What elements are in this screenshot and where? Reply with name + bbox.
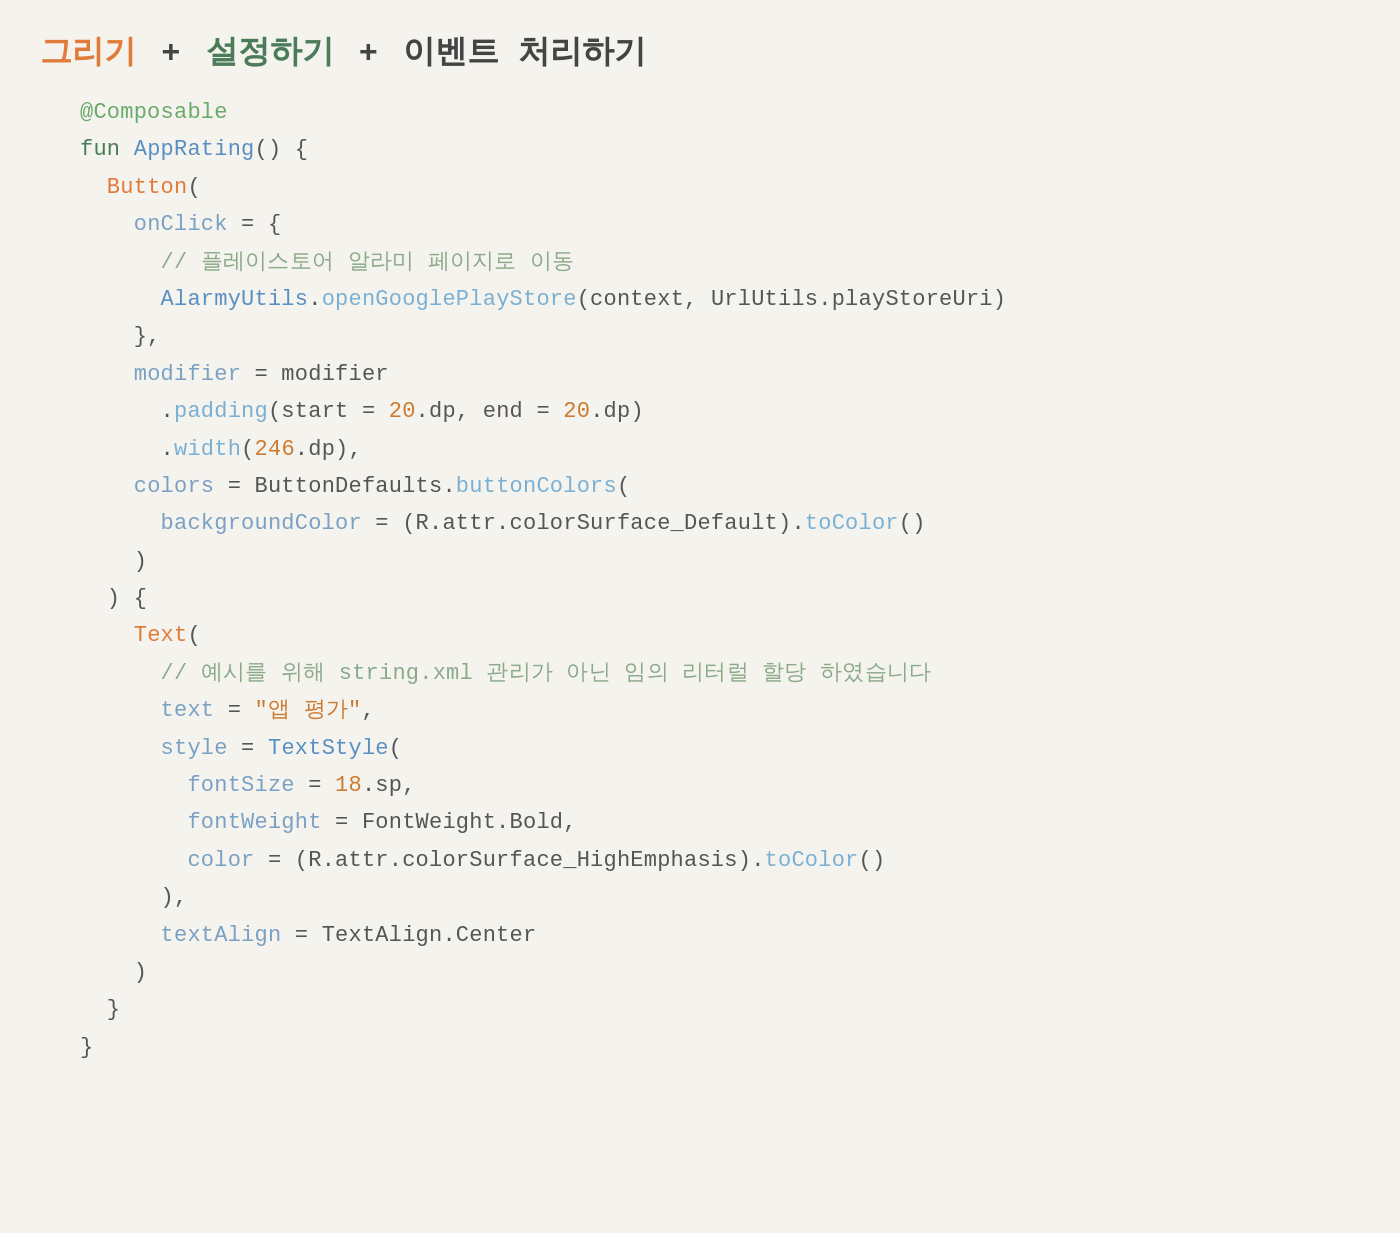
code-line-button-body: ) { <box>80 580 1350 617</box>
code-line-fun: fun AppRating() { <box>80 131 1350 168</box>
code-line-annotation: @Composable <box>80 94 1350 131</box>
code-line-close-colors: ) <box>80 543 1350 580</box>
code-line-textalign: textAlign = TextAlign.Center <box>80 917 1350 954</box>
title-plus1: + <box>142 35 200 72</box>
code-line-comment1: // 플레이스토어 알라미 페이지로 이동 <box>80 244 1350 281</box>
code-line-alarmyutils: AlarmyUtils.openGooglePlayStore(context,… <box>80 281 1350 318</box>
code-line-width: .width(246.dp), <box>80 431 1350 468</box>
title-draw: 그리기 <box>40 35 136 72</box>
code-line-fontsize: fontSize = 18.sp, <box>80 767 1350 804</box>
code-line-button: Button( <box>80 169 1350 206</box>
title-event: 이벤트 처리하기 <box>403 35 646 72</box>
code-line-brace1: }, <box>80 318 1350 355</box>
code-line-comment2: // 예시를 위해 string.xml 관리가 아닌 임의 리터럴 할당 하였… <box>80 655 1350 692</box>
code-line-close-fun: } <box>80 1029 1350 1066</box>
code-line-padding: .padding(start = 20.dp, end = 20.dp) <box>80 393 1350 430</box>
code-line-text: Text( <box>80 617 1350 654</box>
code-line-style: style = TextStyle( <box>80 730 1350 767</box>
title-plus2: + <box>340 35 398 72</box>
code-block: @Composable fun AppRating() { Button( on… <box>40 74 1360 1086</box>
code-line-color: color = (R.attr.colorSurface_HighEmphasi… <box>80 842 1350 879</box>
code-line-close-textstyle: ), <box>80 879 1350 916</box>
code-line-close-text: ) <box>80 954 1350 991</box>
title-configure: 설정하기 <box>206 35 334 72</box>
page-title: 그리기 + 설정하기 + 이벤트 처리하기 <box>40 30 1360 74</box>
code-line-close-button-body: } <box>80 991 1350 1028</box>
code-line-bgcolor: backgroundColor = (R.attr.colorSurface_D… <box>80 505 1350 542</box>
code-line-modifier1: modifier = modifier <box>80 356 1350 393</box>
code-line-onclick: onClick = { <box>80 206 1350 243</box>
code-line-colors: colors = ButtonDefaults.buttonColors( <box>80 468 1350 505</box>
code-line-fontweight: fontWeight = FontWeight.Bold, <box>80 804 1350 841</box>
code-line-text-param: text = "앱 평가", <box>80 692 1350 729</box>
